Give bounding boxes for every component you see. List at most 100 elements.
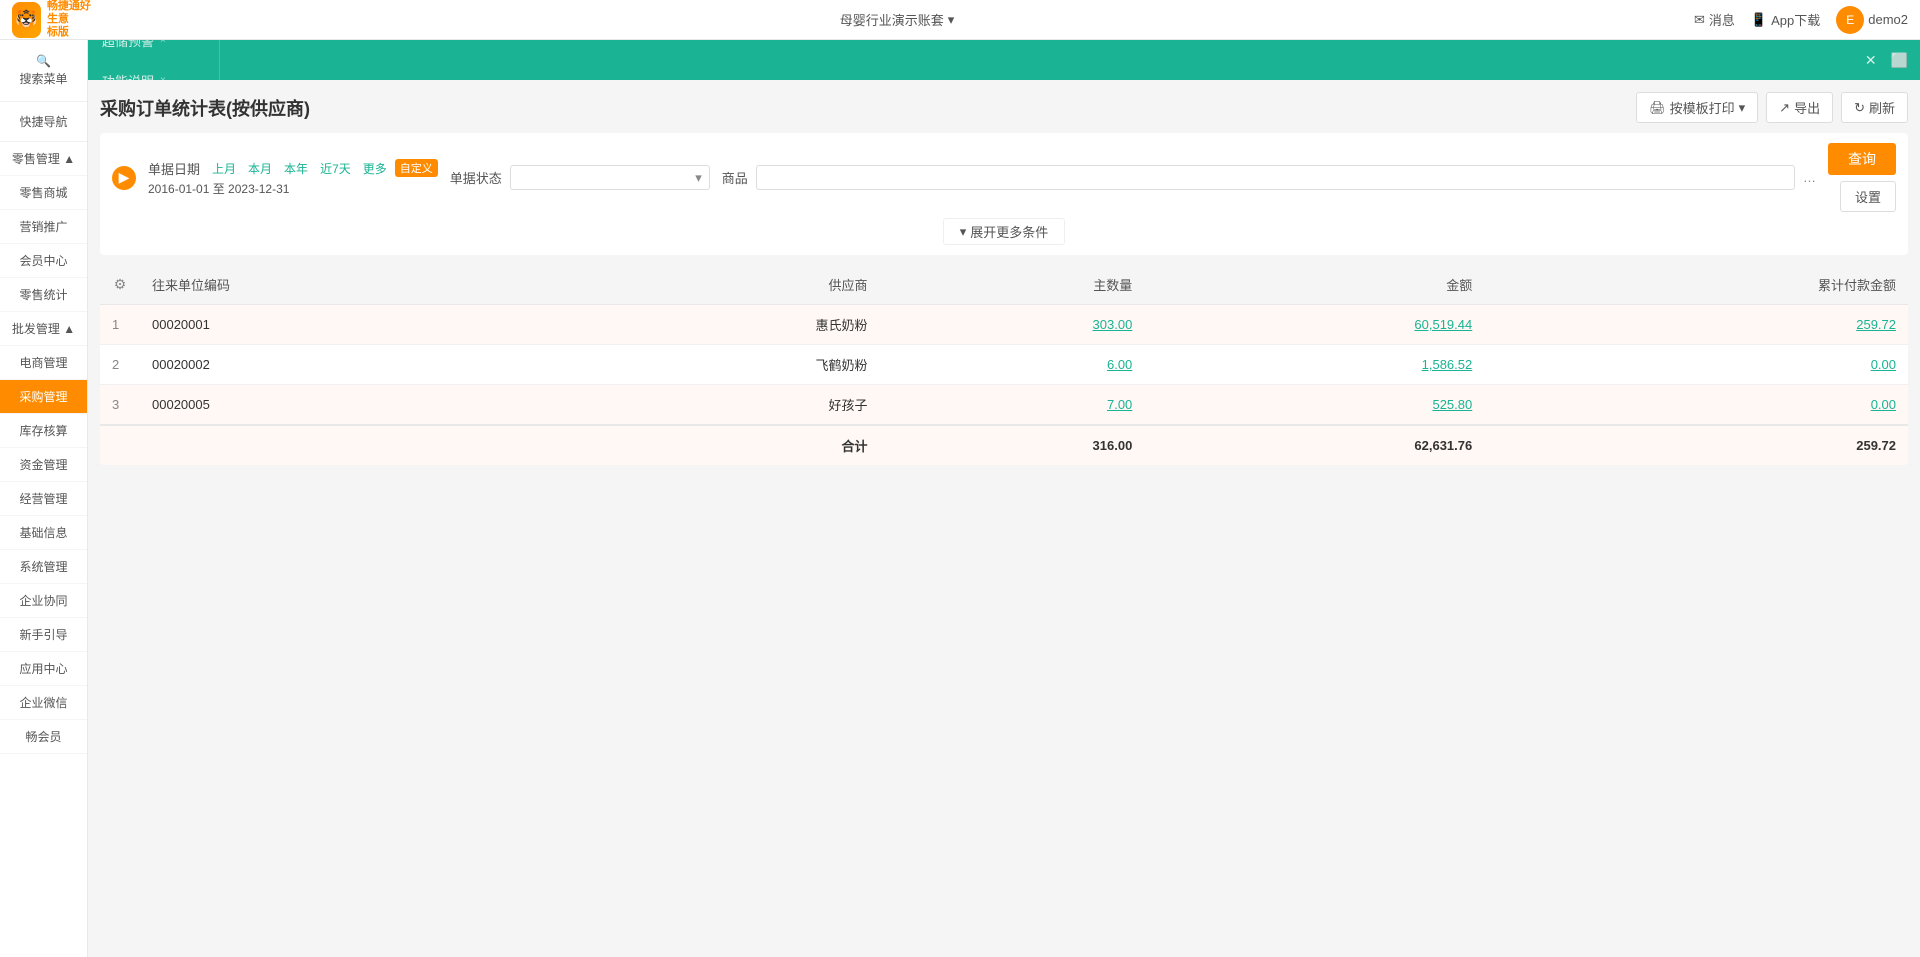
table-row: 1 00020001 惠氏奶粉 303.00 60,519.44 259.72 [100,305,1908,345]
template-print-button[interactable]: 🖨 按模板打印 ▾ [1636,92,1758,123]
sidebar-item-17[interactable]: 畅会员 [0,720,87,754]
refresh-icon: ↻ [1854,100,1865,116]
sidebar-item-label-1: 零售商城 [19,184,67,201]
tab-close-5[interactable]: × [160,40,166,46]
goods-input[interactable] [756,165,1795,190]
message-label: 消息 [1709,10,1735,29]
date-shortcuts: 上月 本月 本年 近7天 更多 自定义 [208,159,438,178]
cell-amount-2: 525.80 [1144,385,1484,426]
avatar: E [1836,6,1864,34]
tabs-container: 首页收发存汇总表×要货单统计表×可用量库存账本×保质期查询×超储预警×功能说明×… [88,40,220,80]
sidebar-item-label-14: 新手引导 [19,626,67,643]
shortcut-more[interactable]: 更多 [359,159,391,178]
print-icon: 🖨 [1649,100,1666,116]
quick-nav-button[interactable]: 快捷导航 [4,108,83,135]
table-footer-row: 合计 316.00 62,631.76 259.72 [100,425,1908,465]
cell-num-0: 1 [100,305,140,345]
quick-nav-section: 快捷导航 [0,102,87,142]
user-action[interactable]: E demo2 [1836,6,1908,34]
sidebar-item-3[interactable]: 会员中心 [0,244,87,278]
logo-icon: 🐯 [12,2,41,38]
status-select-wrapper [510,165,710,190]
sidebar-item-14[interactable]: 新手引导 [0,618,87,652]
filter-toggle-button[interactable]: ▶ [112,166,136,190]
sidebar-item-label-11: 基础信息 [19,524,67,541]
account-dropdown[interactable]: 母婴行业演示账套 ▾ [840,10,955,29]
cell-supplier-1: 飞鹤奶粉 [564,345,880,385]
expand-filter-button[interactable]: ▾ 展开更多条件 [943,218,1066,245]
footer-empty2 [140,425,564,465]
message-icon: ✉ [1694,12,1705,28]
sidebar-item-7[interactable]: 采购管理 [0,380,87,414]
footer-amount: 62,631.76 [1144,425,1484,465]
shortcut-last-month[interactable]: 上月 [208,159,240,178]
sidebar-item-5[interactable]: 批发管理 ▲ [0,312,87,346]
sidebar-search-section: 🔍 搜索菜单 [0,40,87,102]
sidebar-item-2[interactable]: 营销推广 [0,210,87,244]
goods-more-icon[interactable]: … [1803,170,1816,185]
sidebar-item-10[interactable]: 经营管理 [0,482,87,516]
cell-code-1: 00020002 [140,345,564,385]
sidebar: 🔍 搜索菜单 快捷导航 零售管理 ▲ 零售商城营销推广会员中心零售统计批发管理 ▲… [0,40,88,957]
status-select[interactable] [510,165,710,190]
sidebar-item-13[interactable]: 企业协同 [0,584,87,618]
sidebar-item-9[interactable]: 资金管理 [0,448,87,482]
sidebar-item-0[interactable]: 零售管理 ▲ [0,142,87,176]
sidebar-item-15[interactable]: 应用中心 [0,652,87,686]
shortcut-7days[interactable]: 近7天 [316,159,355,178]
sidebar-item-1[interactable]: 零售商城 [0,176,87,210]
cell-amount-0: 60,519.44 [1144,305,1484,345]
cell-code-2: 00020005 [140,385,564,426]
tab-5[interactable]: 超储预警 × [88,40,220,60]
quick-nav-label: 快捷导航 [19,115,67,129]
sidebar-item-16[interactable]: 企业微信 [0,686,87,720]
refresh-label: 刷新 [1869,98,1895,117]
sidebar-item-12[interactable]: 系统管理 [0,550,87,584]
sidebar-item-label-15: 应用中心 [19,660,67,677]
sidebar-item-4[interactable]: 零售统计 [0,278,87,312]
sidebar-item-8[interactable]: 库存核算 [0,414,87,448]
sidebar-item-label-17: 畅会员 [25,728,61,745]
sidebar-item-label-7: 采购管理 [19,388,67,405]
search-menu-button[interactable]: 🔍 搜索菜单 [4,48,83,93]
table-header-row: ⚙ 往来单位编码 供应商 主数量 金额 累计付款金额 [100,265,1908,305]
shortcut-this-year[interactable]: 本年 [280,159,312,178]
tab-close-6[interactable]: × [160,75,166,81]
tab-label-5: 超储预警 [102,40,154,50]
top-right: ✉ 消息 📱 App下载 E demo2 [1694,6,1908,34]
column-settings-icon[interactable]: ⚙ [114,276,127,292]
table-container: ⚙ 往来单位编码 供应商 主数量 金额 累计付款金额 1 00020001 惠氏… [100,265,1908,465]
sidebar-item-6[interactable]: 电商管理 [0,346,87,380]
table-row: 3 00020005 好孩子 7.00 525.80 0.00 [100,385,1908,426]
export-button[interactable]: ↗ 导出 [1766,92,1833,123]
footer-quantity: 316.00 [879,425,1144,465]
sidebar-item-11[interactable]: 基础信息 [0,516,87,550]
template-print-label: 按模板打印 [1670,98,1735,117]
app-download-action[interactable]: 📱 App下载 [1751,10,1820,29]
shortcut-this-month[interactable]: 本月 [244,159,276,178]
custom-badge[interactable]: 自定义 [395,159,438,177]
tabs-bar: 首页收发存汇总表×要货单统计表×可用量库存账本×保质期查询×超储预警×功能说明×… [88,40,1920,80]
footer-paid: 259.72 [1484,425,1908,465]
refresh-button[interactable]: ↻ 刷新 [1841,92,1908,123]
date-label: 单据日期 [148,159,200,178]
query-button[interactable]: 查询 [1828,143,1896,175]
data-table: ⚙ 往来单位编码 供应商 主数量 金额 累计付款金额 1 00020001 惠氏… [100,265,1908,465]
cell-qty-2: 7.00 [879,385,1144,426]
filter-expand-row: ▾ 展开更多条件 [112,218,1896,245]
sidebar-item-label-13: 企业协同 [19,592,67,609]
col-code: 往来单位编码 [140,265,564,305]
message-action[interactable]: ✉ 消息 [1694,10,1735,29]
export-label: 导出 [1794,98,1820,117]
settings-button[interactable]: 设置 [1840,181,1896,212]
expand-tabs-button[interactable]: ⬜ [1887,50,1912,71]
tab-6[interactable]: 功能说明× [88,60,220,80]
chevron-down-icon: ▾ [960,224,967,240]
export-icon: ↗ [1779,100,1790,116]
filter-goods-group: 商品 … [722,165,1816,190]
cell-code-0: 00020001 [140,305,564,345]
date-range-display: 2016-01-01 至 2023-12-31 [148,180,438,197]
close-tabs-button[interactable]: ✕ [1861,50,1881,71]
col-amount: 金额 [1144,265,1484,305]
page-actions: 🖨 按模板打印 ▾ ↗ 导出 ↻ 刷新 [1636,92,1908,123]
